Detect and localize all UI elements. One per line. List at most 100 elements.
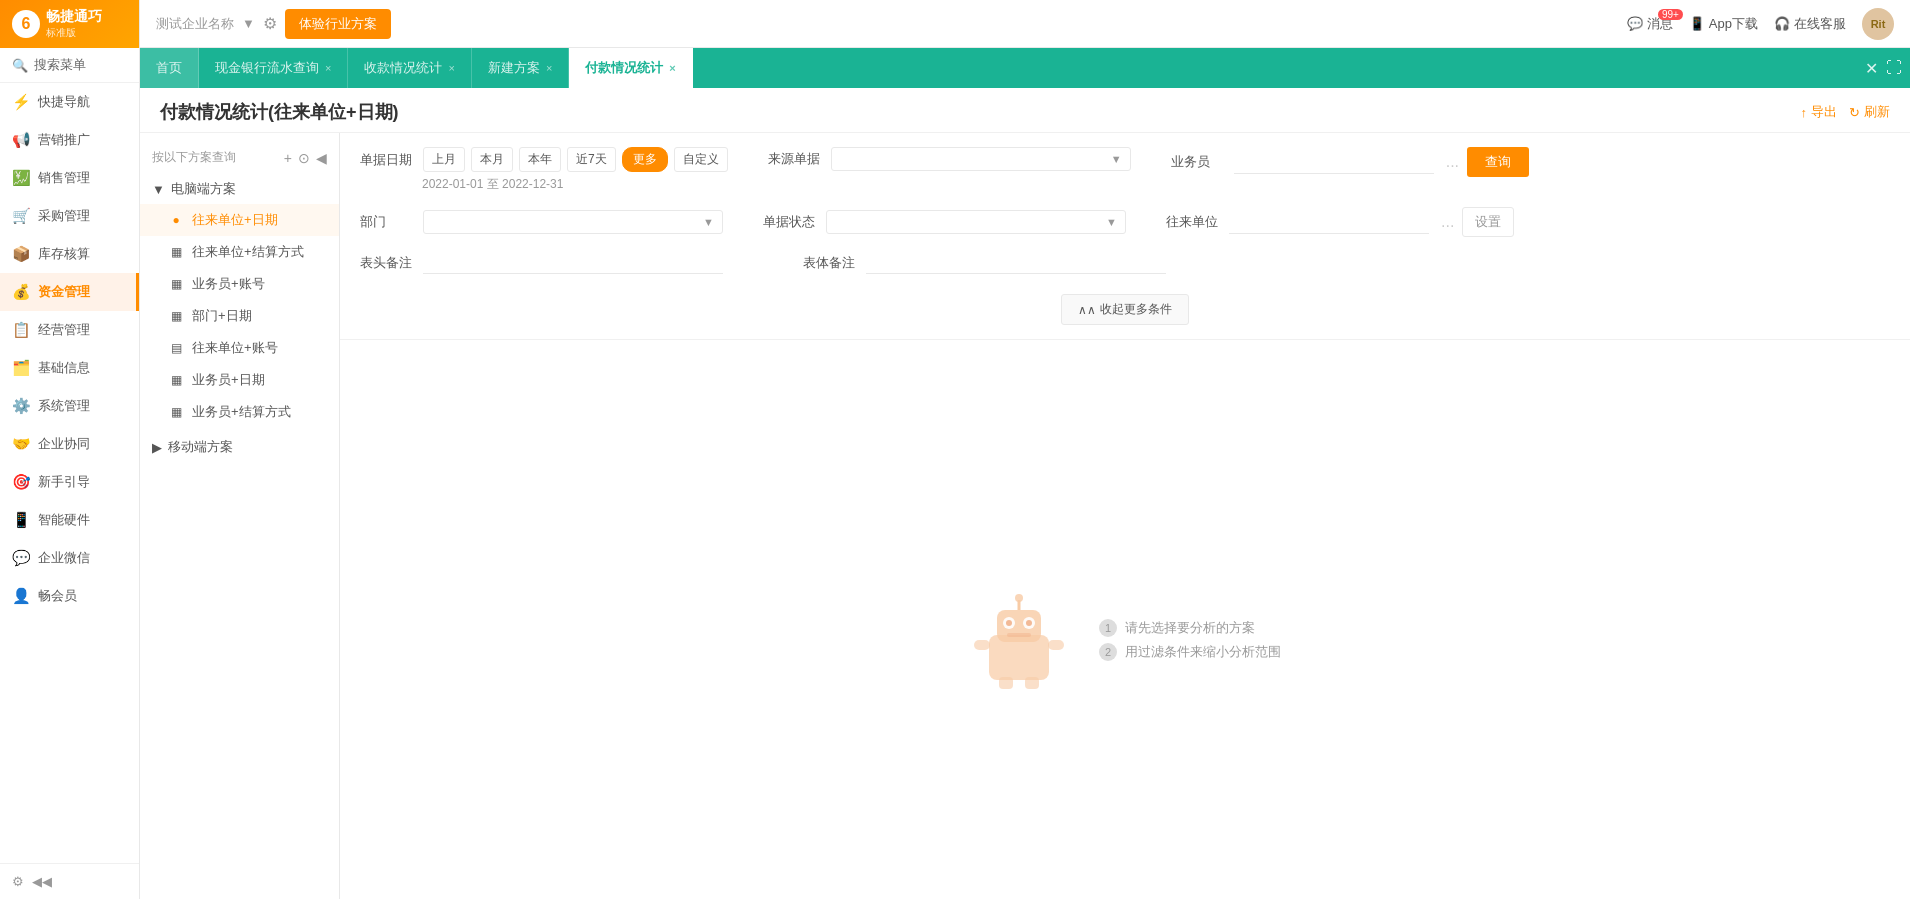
date-filter-group: 单据日期 上月 本月 本年 近7天 更多 自定义 2022-01-01 至 20…: [360, 147, 728, 193]
scheme-panel: 按以下方案查询 + ⊙ ◀ ▼ 电脑端方案 ● 往来单位+日期 ▦ 往来单位+结…: [140, 133, 340, 899]
dept-dropdown-icon: ▼: [703, 216, 714, 228]
dept-select[interactable]: ▼: [423, 210, 723, 234]
sidebar-item-purchase[interactable]: 🛒 采购管理: [0, 197, 139, 235]
sidebar-item-marketing[interactable]: 📢 营销推广: [0, 121, 139, 159]
scheme-item-staff-date[interactable]: ▦ 业务员+日期: [140, 364, 339, 396]
messages-btn[interactable]: 💬 消息 99+: [1627, 15, 1673, 33]
tab-bank[interactable]: 现金银行流水查询 ×: [199, 48, 348, 88]
page-header-actions: ↑ 导出 ↻ 刷新: [1801, 103, 1891, 121]
desktop-group-header[interactable]: ▼ 电脑端方案: [140, 174, 339, 204]
mobile-scheme-group: ▶ 移动端方案: [140, 432, 339, 462]
date-btn-this-month[interactable]: 本月: [471, 147, 513, 172]
page-header: 付款情况统计(往来单位+日期) ↑ 导出 ↻ 刷新: [140, 88, 1910, 133]
svg-point-5: [1026, 620, 1032, 626]
date-btn-more[interactable]: 更多: [622, 147, 668, 172]
scheme-item-partner-date[interactable]: ● 往来单位+日期: [140, 204, 339, 236]
sidebar-item-member[interactable]: 👤 畅会员: [0, 577, 139, 615]
wechat-icon: 💬: [12, 549, 30, 567]
header-note-label: 表头备注: [360, 254, 415, 272]
panel-add-btn[interactable]: +: [284, 150, 292, 166]
staff-input[interactable]: [1234, 151, 1434, 174]
dept-select-text: [432, 215, 703, 229]
sidebar-item-wechat[interactable]: 💬 企业微信: [0, 539, 139, 577]
sidebar-item-operation[interactable]: 📋 经营管理: [0, 311, 139, 349]
date-btn-last-month[interactable]: 上月: [423, 147, 465, 172]
panel-settings-btn[interactable]: ⊙: [298, 150, 310, 166]
staff-dots[interactable]: ...: [1446, 153, 1459, 171]
tab-close-all-btn[interactable]: ✕: [1865, 59, 1878, 78]
sidebar-item-enterprise[interactable]: 🤝 企业协同: [0, 425, 139, 463]
sidebar-item-label: 营销推广: [38, 131, 90, 149]
staff-label: 业务员: [1171, 153, 1226, 171]
status-select[interactable]: ▼: [826, 210, 1126, 234]
svg-rect-12: [1007, 633, 1031, 637]
tab-payment[interactable]: 付款情况统计 ×: [569, 48, 692, 88]
scheme-item-partner-settle[interactable]: ▦ 往来单位+结算方式: [140, 236, 339, 268]
topbar-settings-icon[interactable]: ⚙: [263, 14, 277, 33]
chevron-right-icon: ▶: [152, 440, 162, 455]
settings-btn[interactable]: 设置: [1462, 207, 1514, 237]
query-btn[interactable]: 查询: [1467, 147, 1529, 177]
footer-settings-btn[interactable]: ⚙: [12, 874, 24, 889]
customer-service-btn[interactable]: 🎧 在线客服: [1774, 15, 1846, 33]
date-btn-7days[interactable]: 近7天: [567, 147, 616, 172]
footer-collapse-btn[interactable]: ◀◀: [32, 874, 52, 889]
system-icon: ⚙️: [12, 397, 30, 415]
svg-rect-1: [997, 610, 1041, 642]
mobile-group-header[interactable]: ▶ 移动端方案: [140, 432, 339, 462]
header-note-input[interactable]: [423, 251, 723, 274]
desktop-group-label: 电脑端方案: [171, 180, 236, 198]
empty-hint-2: 2 用过滤条件来缩小分析范围: [1099, 643, 1281, 661]
tab-new-scheme-close[interactable]: ×: [546, 62, 552, 74]
scheme-item-staff-settle[interactable]: ▦ 业务员+结算方式: [140, 396, 339, 428]
date-label: 单据日期: [360, 151, 415, 169]
partner-filter-group: 往来单位 ... 设置: [1166, 207, 1514, 237]
date-btn-this-year[interactable]: 本年: [519, 147, 561, 172]
panel-collapse-btn[interactable]: ◀: [316, 150, 327, 166]
tab-receipt[interactable]: 收款情况统计 ×: [348, 48, 471, 88]
date-btn-custom[interactable]: 自定义: [674, 147, 728, 172]
sidebar-item-finance[interactable]: 💰 资金管理: [0, 273, 139, 311]
robot-container: 1 请先选择要分析的方案 2 用过滤条件来缩小分析范围: [969, 585, 1281, 695]
search-label: 搜索菜单: [34, 56, 86, 74]
body-note-input[interactable]: [866, 251, 1166, 274]
date-range-display: 2022-01-01 至 2022-12-31: [360, 176, 728, 193]
dept-filter-group: 部门 ▼: [360, 210, 723, 234]
export-btn[interactable]: ↑ 导出: [1801, 103, 1838, 121]
scheme-item-partner-account[interactable]: ▤ 往来单位+账号: [140, 332, 339, 364]
scheme-grid-icon: ▦: [168, 244, 184, 260]
tab-receipt-close[interactable]: ×: [448, 62, 454, 74]
sidebar-item-sales[interactable]: 💹 销售管理: [0, 159, 139, 197]
scheme-item-label: 往来单位+日期: [192, 211, 278, 229]
refresh-btn[interactable]: ↻ 刷新: [1849, 103, 1890, 121]
source-select[interactable]: ▼: [831, 147, 1131, 171]
partner-input[interactable]: [1229, 211, 1429, 234]
app-download-btn[interactable]: 📱 App下载: [1689, 15, 1758, 33]
trial-btn[interactable]: 体验行业方案: [285, 9, 391, 39]
tab-fullscreen-btn[interactable]: ⛶: [1886, 59, 1902, 77]
scheme-item-dept-date[interactable]: ▦ 部门+日期: [140, 300, 339, 332]
topbar-left: 测试企业名称 ▼ ⚙ 体验行业方案: [156, 9, 391, 39]
sidebar-item-basic[interactable]: 🗂️ 基础信息: [0, 349, 139, 387]
company-dropdown-icon[interactable]: ▼: [242, 16, 255, 31]
tab-new-scheme[interactable]: 新建方案 ×: [472, 48, 569, 88]
sidebar-item-guide[interactable]: 🎯 新手引导: [0, 463, 139, 501]
tab-payment-close[interactable]: ×: [669, 62, 675, 74]
partner-dots[interactable]: ...: [1441, 213, 1454, 231]
sidebar-item-label: 快捷导航: [38, 93, 90, 111]
inventory-icon: 📦: [12, 245, 30, 263]
status-label: 单据状态: [763, 213, 818, 231]
sidebar-item-quick-nav[interactable]: ⚡ 快捷导航: [0, 83, 139, 121]
tab-home[interactable]: 首页: [140, 48, 199, 88]
user-avatar[interactable]: Rit: [1862, 8, 1894, 40]
sidebar-item-system[interactable]: ⚙️ 系统管理: [0, 387, 139, 425]
scheme-grid-icon: ▦: [168, 404, 184, 420]
scheme-item-staff-account[interactable]: ▦ 业务员+账号: [140, 268, 339, 300]
sidebar-item-hardware[interactable]: 📱 智能硬件: [0, 501, 139, 539]
collapse-filter-btn[interactable]: ∧∧ 收起更多条件: [1061, 294, 1189, 325]
scheme-grid-icon: ▦: [168, 372, 184, 388]
search-menu[interactable]: 🔍 搜索菜单: [0, 48, 139, 83]
sidebar-item-inventory[interactable]: 📦 库存核算: [0, 235, 139, 273]
panel-toolbar: 按以下方案查询 + ⊙ ◀: [140, 145, 339, 174]
tab-bank-close[interactable]: ×: [325, 62, 331, 74]
